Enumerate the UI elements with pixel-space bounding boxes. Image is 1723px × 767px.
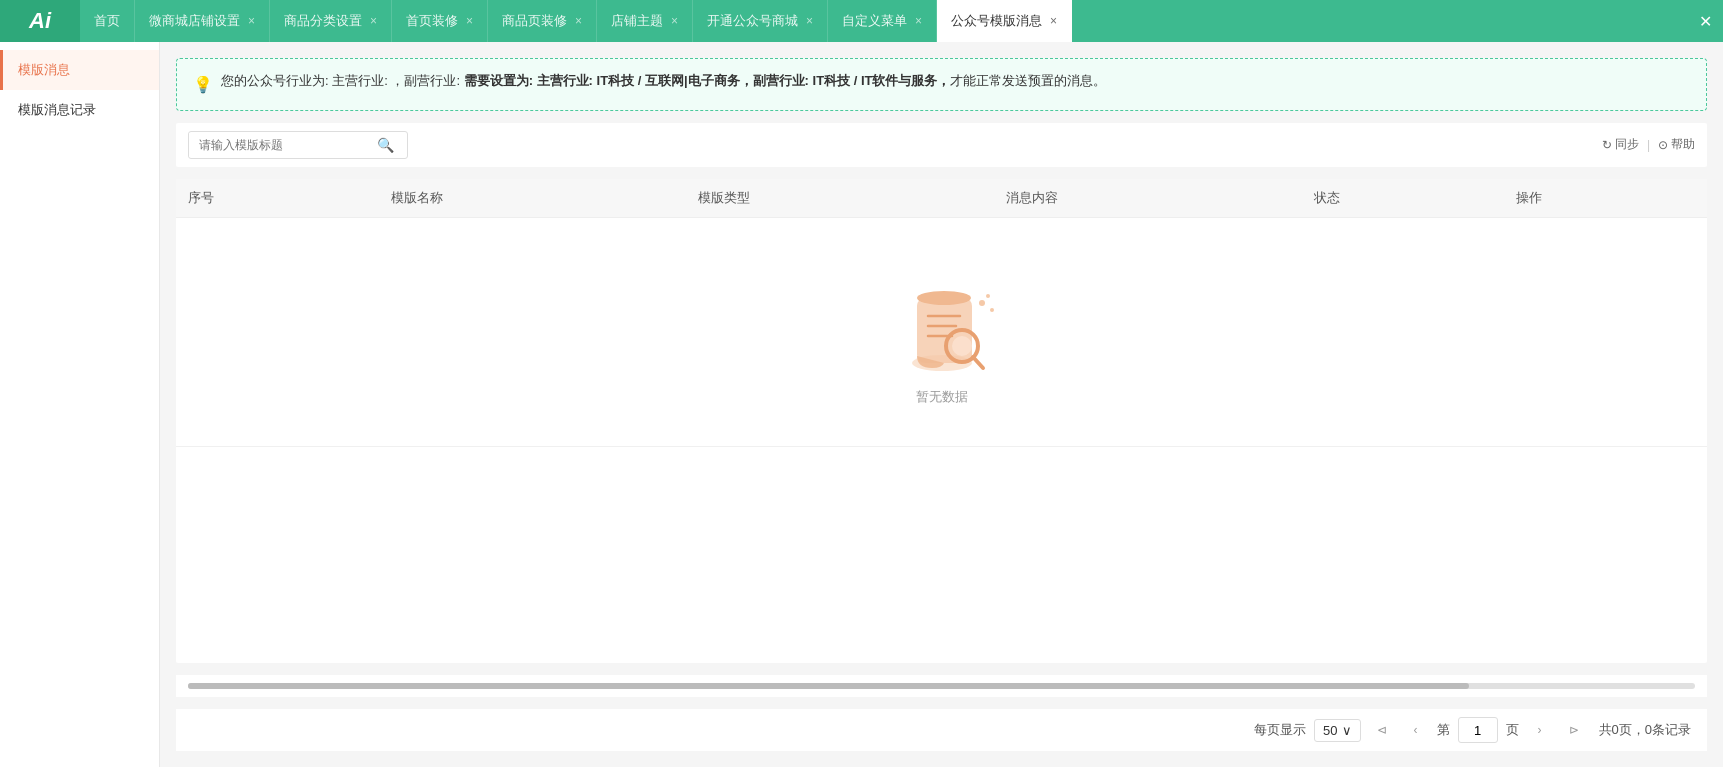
table-body: 暂无数据 <box>176 217 1707 446</box>
next-page-button[interactable]: › <box>1527 717 1553 743</box>
svg-point-7 <box>952 336 972 356</box>
nav-tab-label: 微商城店铺设置 <box>149 12 240 30</box>
nav-tab-label: 公众号模版消息 <box>951 12 1042 30</box>
page-label-post: 页 <box>1506 721 1519 739</box>
col-type: 模版类型 <box>686 179 994 218</box>
table-wrap: 序号模版名称模版类型消息内容状态操作 <box>176 179 1707 663</box>
nav-tab-template-msg[interactable]: 公众号模版消息 × <box>937 0 1072 42</box>
nav-tab-shop-settings[interactable]: 微商城店铺设置 × <box>135 0 270 42</box>
nav-tab-home[interactable]: 首页 <box>80 0 135 42</box>
nav-tab-home-decor[interactable]: 首页装修 × <box>392 0 488 42</box>
sync-button[interactable]: ↻ 同步 <box>1602 136 1639 153</box>
sidebar-item-template-msg[interactable]: 模版消息 <box>0 50 159 90</box>
svg-point-2 <box>917 291 971 305</box>
col-action: 操作 <box>1504 179 1707 218</box>
close-tab-icon[interactable]: × <box>248 14 255 28</box>
close-tab-icon[interactable]: × <box>806 14 813 28</box>
col-status: 状态 <box>1302 179 1505 218</box>
toolbar: 🔍 ↻ 同步 | ⊙ 帮助 <box>176 123 1707 167</box>
page-total: 共0页，0条记录 <box>1599 721 1691 739</box>
nav-tab-label: 商品页装修 <box>502 12 567 30</box>
page-size-value: 50 <box>1323 723 1337 738</box>
notice-icon: 💡 <box>193 72 213 98</box>
close-tab-icon[interactable]: × <box>466 14 473 28</box>
help-button[interactable]: ⊙ 帮助 <box>1658 136 1695 153</box>
search-input[interactable] <box>189 133 369 157</box>
toolbar-right: ↻ 同步 | ⊙ 帮助 <box>1602 136 1695 153</box>
nav-tab-product-decor[interactable]: 商品页装修 × <box>488 0 597 42</box>
nav-tab-open-mall[interactable]: 开通公众号商城 × <box>693 0 828 42</box>
empty-illustration <box>882 268 1002 388</box>
prev-page-button[interactable]: ‹ <box>1403 717 1429 743</box>
last-page-button[interactable]: ⊳ <box>1561 717 1587 743</box>
col-content: 消息内容 <box>994 179 1302 218</box>
close-tab-icon[interactable]: × <box>370 14 377 28</box>
notice-text: 您的公众号行业为: 主营行业: ，副营行业: 需要设置为: 主营行业: IT科技… <box>221 71 1106 92</box>
layout: 模版消息模版消息记录 💡 您的公众号行业为: 主营行业: ，副营行业: 需要设置… <box>0 42 1723 767</box>
empty-state-row: 暂无数据 <box>176 217 1707 446</box>
nav-tab-label: 开通公众号商城 <box>707 12 798 30</box>
scroll-bar-row[interactable] <box>176 675 1707 697</box>
page-number-input[interactable] <box>1458 717 1498 743</box>
col-seq: 序号 <box>176 179 379 218</box>
pagination-row: 每页显示 50 ∨ ⊲ ‹ 第 页 › ⊳ 共0页，0条记录 <box>176 709 1707 751</box>
nav-tab-label: 自定义菜单 <box>842 12 907 30</box>
notice-box: 💡 您的公众号行业为: 主营行业: ，副营行业: 需要设置为: 主营行业: IT… <box>176 58 1707 111</box>
toolbar-divider: | <box>1647 138 1650 152</box>
nav-tab-label: 首页 <box>94 12 120 30</box>
nav-tab-category-settings[interactable]: 商品分类设置 × <box>270 0 392 42</box>
search-wrap: 🔍 <box>188 131 408 159</box>
first-page-button[interactable]: ⊲ <box>1369 717 1395 743</box>
main-content: 💡 您的公众号行业为: 主营行业: ，副营行业: 需要设置为: 主营行业: IT… <box>160 42 1723 767</box>
close-all-button[interactable]: ✕ <box>1687 0 1723 42</box>
chevron-down-icon: ∨ <box>1342 723 1352 738</box>
top-nav: Ai 首页微商城店铺设置×商品分类设置×首页装修×商品页装修×店铺主题×开通公众… <box>0 0 1723 42</box>
svg-point-11 <box>986 294 990 298</box>
help-icon: ⊙ <box>1658 138 1668 152</box>
nav-tabs: 首页微商城店铺设置×商品分类设置×首页装修×商品页装修×店铺主题×开通公众号商城… <box>80 0 1687 42</box>
sync-icon: ↻ <box>1602 138 1612 152</box>
nav-tab-label: 商品分类设置 <box>284 12 362 30</box>
close-tab-icon[interactable]: × <box>1050 14 1057 28</box>
col-name: 模版名称 <box>379 179 687 218</box>
scroll-track[interactable] <box>188 683 1695 689</box>
data-table: 序号模版名称模版类型消息内容状态操作 <box>176 179 1707 447</box>
page-size-label: 每页显示 <box>1254 721 1306 739</box>
page-size-select[interactable]: 50 ∨ <box>1314 719 1360 742</box>
nav-tab-label: 首页装修 <box>406 12 458 30</box>
help-label: 帮助 <box>1671 136 1695 153</box>
svg-point-10 <box>990 308 994 312</box>
close-tab-icon[interactable]: × <box>575 14 582 28</box>
app-logo: Ai <box>0 0 80 42</box>
table-head: 序号模版名称模版类型消息内容状态操作 <box>176 179 1707 218</box>
nav-tab-shop-theme[interactable]: 店铺主题 × <box>597 0 693 42</box>
sidebar-item-template-msg-records[interactable]: 模版消息记录 <box>0 90 159 130</box>
nav-tab-custom-menu[interactable]: 自定义菜单 × <box>828 0 937 42</box>
empty-state: 暂无数据 <box>188 228 1695 436</box>
close-tab-icon[interactable]: × <box>915 14 922 28</box>
nav-tab-label: 店铺主题 <box>611 12 663 30</box>
empty-text: 暂无数据 <box>916 388 968 406</box>
close-tab-icon[interactable]: × <box>671 14 678 28</box>
sidebar: 模版消息模版消息记录 <box>0 42 160 767</box>
search-button[interactable]: 🔍 <box>369 132 402 158</box>
scroll-thumb[interactable] <box>188 683 1469 689</box>
page-label-pre: 第 <box>1437 721 1450 739</box>
svg-line-8 <box>973 357 983 368</box>
sync-label: 同步 <box>1615 136 1639 153</box>
table-header-row: 序号模版名称模版类型消息内容状态操作 <box>176 179 1707 218</box>
svg-point-9 <box>979 300 985 306</box>
empty-state-cell: 暂无数据 <box>176 217 1707 446</box>
